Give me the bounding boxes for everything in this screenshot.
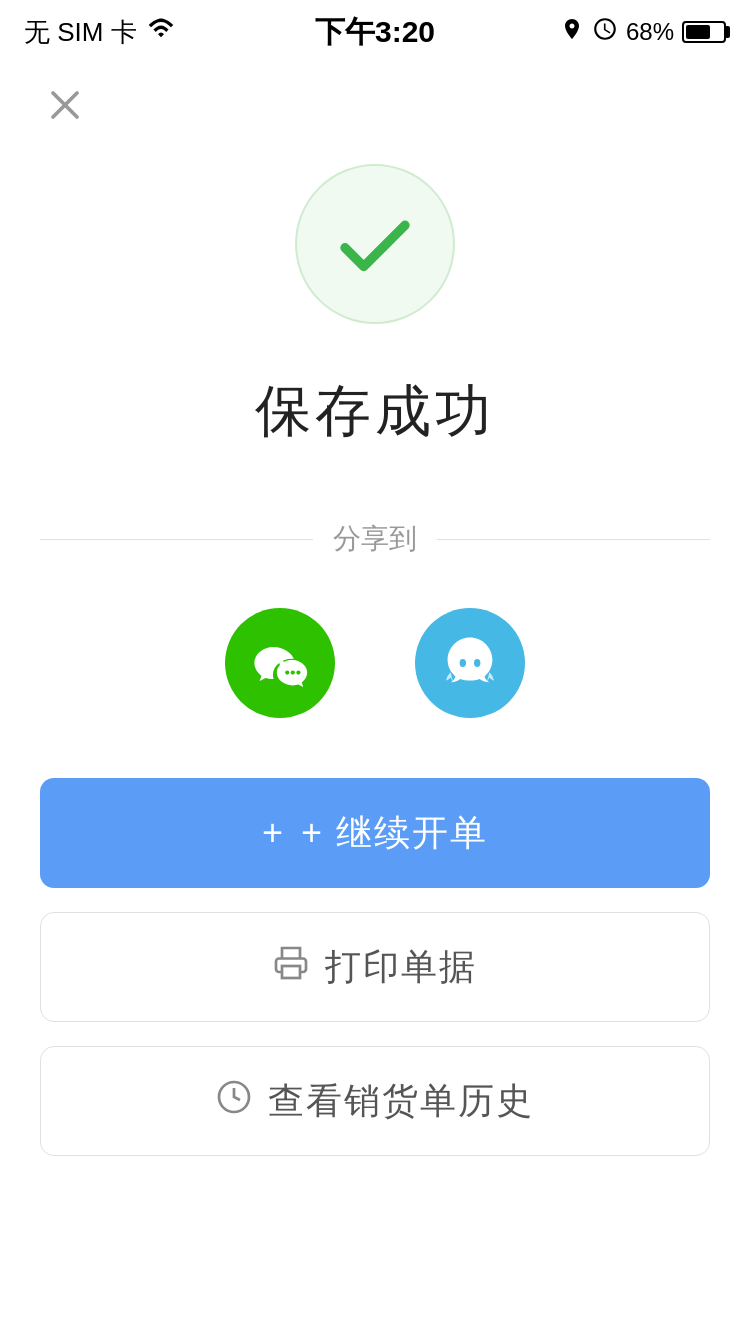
divider-left — [40, 539, 313, 540]
continue-order-label: + 继续开单 — [301, 809, 488, 858]
qq-share-button[interactable] — [415, 608, 525, 718]
svg-point-2 — [263, 661, 268, 666]
wechat-share-button[interactable] — [225, 608, 335, 718]
continue-order-button[interactable]: + + 继续开单 — [40, 778, 710, 888]
share-divider: 分享到 — [40, 520, 710, 558]
status-right: 68% — [560, 16, 726, 48]
close-button[interactable] — [40, 80, 90, 130]
svg-point-8 — [460, 659, 466, 667]
divider-right — [437, 539, 710, 540]
share-label: 分享到 — [333, 520, 417, 558]
location-icon — [560, 17, 584, 47]
battery-percentage: 68% — [626, 18, 674, 46]
success-title: 保存成功 — [255, 374, 495, 450]
share-section: 分享到 — [0, 520, 750, 718]
clock-icon — [216, 1079, 252, 1124]
print-label: 打印单据 — [325, 943, 477, 992]
printer-icon — [273, 945, 309, 990]
plus-icon: + — [262, 812, 285, 854]
status-left: 无 SIM 卡 — [24, 15, 175, 50]
svg-rect-10 — [282, 966, 300, 978]
main-content: 保存成功 分享到 — [0, 64, 750, 1156]
battery-icon — [682, 21, 726, 43]
svg-point-7 — [296, 671, 300, 675]
history-button[interactable]: 查看销货单历史 — [40, 1046, 710, 1156]
battery-fill — [686, 25, 710, 39]
alarm-icon — [592, 16, 618, 48]
time-display: 下午3:20 — [315, 12, 435, 53]
svg-point-9 — [474, 659, 480, 667]
history-label: 查看销货单历史 — [268, 1077, 534, 1126]
print-button[interactable]: 打印单据 — [40, 912, 710, 1022]
carrier-text: 无 SIM 卡 — [24, 15, 137, 50]
svg-point-3 — [271, 661, 276, 666]
success-icon-circle — [295, 164, 455, 324]
share-icons-container — [40, 608, 710, 718]
status-bar: 无 SIM 卡 下午3:20 68% — [0, 0, 750, 64]
svg-point-6 — [291, 671, 295, 675]
wifi-icon — [147, 15, 175, 50]
action-buttons: + + 继续开单 打印单据 查看销货单历史 — [0, 778, 750, 1156]
svg-point-5 — [285, 671, 289, 675]
